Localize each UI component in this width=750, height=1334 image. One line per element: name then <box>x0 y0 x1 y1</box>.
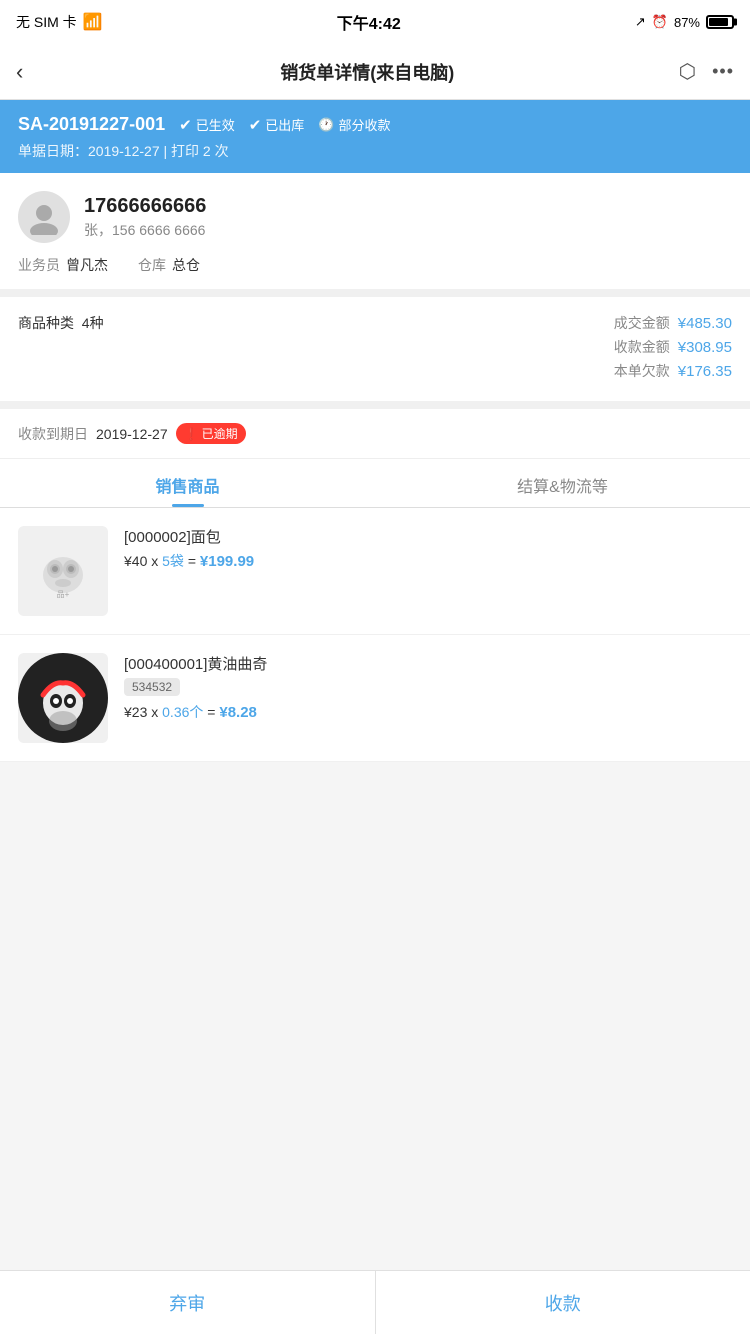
order-date: 单据日期：2019-12-27 <box>18 143 160 159</box>
status-badge-shipped: ✔ 已出库 <box>249 115 305 134</box>
product-name-cookie: [000400001]黄油曲奇 <box>124 653 732 674</box>
customer-info: 17666666666 张，156 6666 6666 <box>84 195 206 240</box>
warehouse-value: 总仓 <box>172 255 200 275</box>
check-icon-2: ✔ <box>249 116 262 134</box>
order-print: 打印 2 次 <box>171 143 229 159</box>
status-label-2: 已出库 <box>265 115 304 134</box>
avatar <box>18 191 70 243</box>
warehouse-item: 仓库 总仓 <box>138 255 200 275</box>
nav-actions: ⬡ ••• <box>679 59 734 84</box>
status-badge-partial: 🕐 部分收款 <box>318 115 390 134</box>
product-name-bread: [0000002]面包 <box>124 526 732 547</box>
product-thumbnail-cookie <box>18 653 108 743</box>
customer-name: 17666666666 <box>84 195 206 218</box>
due-amount-label: 本单欠款 <box>614 361 670 381</box>
received-label: 收款金额 <box>614 337 670 357</box>
summary-left: 商品种类 4种 <box>18 313 104 333</box>
battery-percent: 87% <box>674 15 700 30</box>
list-item: [000400001]黄油曲奇 534532 ¥23 x 0.36个 = ¥8.… <box>0 635 750 762</box>
received-value: ¥308.95 <box>678 339 732 356</box>
due-section: 收款到期日 2019-12-27 ❗ 已逾期 <box>0 409 750 459</box>
bread-total: ¥199.99 <box>200 553 254 570</box>
order-meta: 单据日期：2019-12-27 | 打印 2 次 <box>18 141 732 161</box>
status-label-3: 部分收款 <box>339 115 391 134</box>
due-amount-row: 本单欠款 ¥176.35 <box>614 361 732 381</box>
wifi-icon: 📶 <box>83 12 103 32</box>
nav-bar: ‹ 销货单详情(来自电脑) ⬡ ••• <box>0 44 750 100</box>
share-icon[interactable]: ⬡ <box>679 59 696 84</box>
salesperson-item: 业务员 曾凡杰 <box>18 255 108 275</box>
product-price-cookie: ¥23 x 0.36个 = ¥8.28 <box>124 702 732 722</box>
clock-icon: 🕐 <box>318 117 334 133</box>
types-label: 商品种类 <box>18 315 74 331</box>
product-types: 商品种类 4种 <box>18 313 104 333</box>
overdue-badge: ❗ 已逾期 <box>176 423 246 444</box>
summary-section: 商品种类 4种 成交金额 ¥485.30 收款金额 ¥308.95 本单欠款 ¥… <box>0 297 750 409</box>
tab-settlement-label: 结算&物流等 <box>517 479 608 496</box>
status-badge-effective: ✔ 已生效 <box>179 115 235 134</box>
customer-sub: 张，156 6666 6666 <box>84 220 206 240</box>
total-label: 成交金额 <box>614 313 670 333</box>
cookie-total: ¥8.28 <box>219 704 257 721</box>
bread-base-price: ¥40 <box>124 553 147 569</box>
more-icon[interactable]: ••• <box>712 61 734 82</box>
bottom-bar: 弃审 收款 <box>0 1270 750 1334</box>
check-icon-1: ✔ <box>179 116 192 134</box>
order-header: SA-20191227-001 ✔ 已生效 ✔ 已出库 🕐 部分收款 单据日期：… <box>0 100 750 173</box>
products-section: 品+ [0000002]面包 ¥40 x 5袋 = ¥199.99 <box>0 508 750 762</box>
order-separator: | <box>164 143 172 159</box>
customer-section: 17666666666 张，156 6666 6666 业务员 曾凡杰 仓库 总… <box>0 173 750 297</box>
cookie-base-price: ¥23 <box>124 704 147 720</box>
product-variant-cookie: 534532 <box>124 678 180 696</box>
product-info-cookie: [000400001]黄油曲奇 534532 ¥23 x 0.36个 = ¥8.… <box>124 653 732 722</box>
tab-settlement[interactable]: 结算&物流等 <box>375 459 750 507</box>
location-icon: ↗ <box>635 14 646 30</box>
received-amount-row: 收款金额 ¥308.95 <box>614 337 732 357</box>
tabs-section: 销售商品 结算&物流等 <box>0 459 750 508</box>
page-title: 销货单详情(来自电脑) <box>56 59 679 85</box>
bread-qty: 5袋 <box>162 553 184 569</box>
total-value: ¥485.30 <box>678 315 732 332</box>
svg-text:品+: 品+ <box>57 590 70 599</box>
warehouse-label: 仓库 <box>138 255 166 275</box>
status-label-1: 已生效 <box>196 115 235 134</box>
status-time: 下午4:42 <box>337 10 401 34</box>
carrier-text: 无 SIM 卡 <box>16 12 77 32</box>
tabs: 销售商品 结算&物流等 <box>0 459 750 507</box>
status-left: 无 SIM 卡 📶 <box>16 12 103 32</box>
summary-right: 成交金额 ¥485.30 收款金额 ¥308.95 本单欠款 ¥176.35 <box>614 313 732 385</box>
cancel-button[interactable]: 弃审 <box>0 1271 376 1334</box>
salesperson-value: 曾凡杰 <box>66 255 108 275</box>
tab-sales-label: 销售商品 <box>155 479 219 496</box>
alarm-icon: ⏰ <box>652 14 668 30</box>
total-amount-row: 成交金额 ¥485.30 <box>614 313 732 333</box>
battery-icon <box>706 15 734 29</box>
confirm-button[interactable]: 收款 <box>376 1271 750 1334</box>
cookie-qty: 0.36个 <box>162 704 203 720</box>
product-price-bread: ¥40 x 5袋 = ¥199.99 <box>124 551 732 571</box>
status-right: ↗ ⏰ 87% <box>635 14 734 30</box>
product-info-bread: [0000002]面包 ¥40 x 5袋 = ¥199.99 <box>124 526 732 571</box>
order-id: SA-20191227-001 <box>18 114 165 135</box>
salesperson-label: 业务员 <box>18 255 60 275</box>
product-thumbnail-bread: 品+ <box>18 526 108 616</box>
back-button[interactable]: ‹ <box>16 59 56 85</box>
overdue-dot-icon: ❗ <box>184 427 199 441</box>
types-value: 4种 <box>82 315 104 331</box>
tab-sales-products[interactable]: 销售商品 <box>0 459 375 507</box>
due-date-value: 2019-12-27 <box>96 426 168 442</box>
overdue-label: 已逾期 <box>202 425 238 442</box>
due-date-label: 收款到期日 <box>18 424 88 444</box>
due-amount-value: ¥176.35 <box>678 363 732 380</box>
list-item: 品+ [0000002]面包 ¥40 x 5袋 = ¥199.99 <box>0 508 750 635</box>
status-bar: 无 SIM 卡 📶 下午4:42 ↗ ⏰ 87% <box>0 0 750 44</box>
